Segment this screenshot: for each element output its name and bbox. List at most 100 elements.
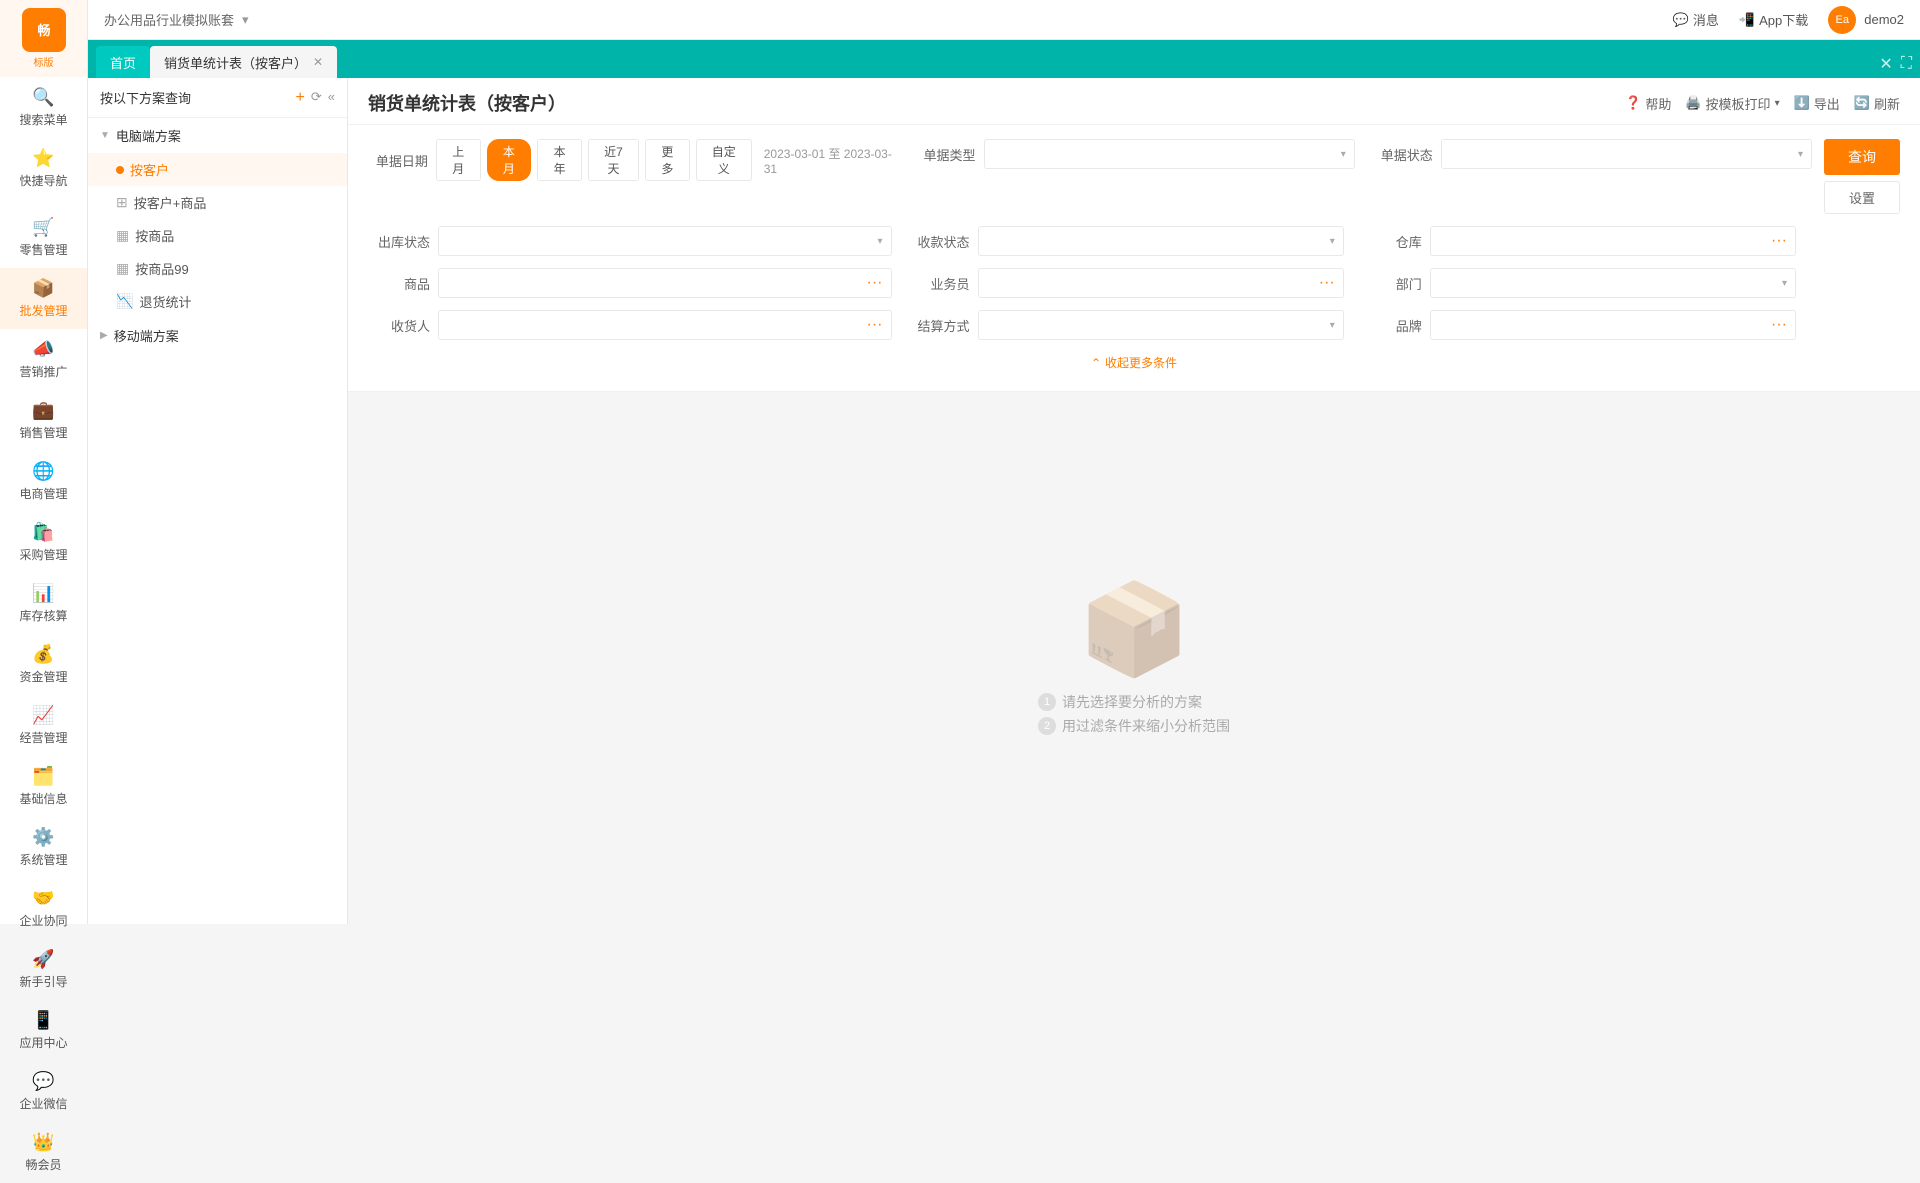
sidebar-item-ecommerce[interactable]: 🌐 电商管理 <box>0 451 87 512</box>
tab-close-icon[interactable]: ✕ <box>313 55 323 69</box>
system-icon: ⚙️ <box>32 827 54 848</box>
salesperson-select[interactable]: ··· <box>978 268 1344 298</box>
warehouse-dots[interactable]: ··· <box>1771 232 1787 250</box>
goods-dots[interactable]: ··· <box>867 274 883 292</box>
warehouse-select[interactable]: ··· <box>1430 226 1796 256</box>
out-status-select[interactable]: ▾ <box>438 226 892 256</box>
sales-label: 销售管理 <box>19 424 67 441</box>
sidebar-item-sales[interactable]: 💼 销售管理 <box>0 390 87 451</box>
export-label: 导出 <box>1814 94 1840 113</box>
sidebar-item-enterprise[interactable]: 🤝 企业协同 <box>0 878 87 939</box>
scheme-customer-goods-label: 按客户+商品 <box>134 193 207 212</box>
scheme-by-customer[interactable]: 按客户 <box>88 153 347 186</box>
doc-status-arrow: ▾ <box>1798 149 1803 160</box>
sidebar-item-basics[interactable]: 🗂️ 基础信息 <box>0 756 87 817</box>
date-range-text: 2023-03-01 至 2023-03-31 <box>764 145 898 176</box>
settings-button[interactable]: 设置 <box>1824 181 1900 214</box>
apps-icon: 📱 <box>32 1010 54 1031</box>
settlement-select[interactable]: ▾ <box>978 310 1344 340</box>
sidebar-item-marketing[interactable]: 📣 营销推广 <box>0 329 87 390</box>
sidebar-item-search[interactable]: 🔍 搜索菜单 <box>0 77 87 138</box>
sidebar-item-member[interactable]: 👑 畅会员 <box>0 1122 87 1183</box>
payment-status-label: 收款状态 <box>908 232 978 251</box>
scheme-refund-stat[interactable]: 📉 退货统计 <box>88 285 347 318</box>
app-download-action[interactable]: 📲 App下载 <box>1739 10 1808 29</box>
filter-area: 单据日期 上月 本月 本年 近7天 更多 自定义 2023-03-01 至 20… <box>348 125 1920 391</box>
scheme-goods-99-label: 按商品99 <box>135 259 188 278</box>
avatar: Ea <box>1828 6 1856 34</box>
sidebar-item-system[interactable]: ⚙️ 系统管理 <box>0 817 87 878</box>
username: demo2 <box>1864 12 1904 27</box>
scheme-goods-99[interactable]: ▦ 按商品99 <box>88 252 347 285</box>
collapse-bar[interactable]: ⌃ 收起更多条件 <box>368 348 1900 377</box>
help-button[interactable]: ❓ 帮助 <box>1625 94 1671 113</box>
quicknav-icon: ⭐ <box>32 148 54 169</box>
date-btn-custom[interactable]: 自定义 <box>696 139 752 181</box>
ecommerce-icon: 🌐 <box>32 461 54 482</box>
recipient-dots[interactable]: ··· <box>867 316 883 334</box>
user-action[interactable]: Ea demo2 <box>1828 6 1904 34</box>
sidebar-item-apps[interactable]: 📱 应用中心 <box>0 1000 87 1061</box>
sidebar-item-quicknav[interactable]: ⭐ 快捷导航 <box>0 138 87 199</box>
doc-status-label: 单据状态 <box>1371 145 1441 164</box>
query-button[interactable]: 查询 <box>1824 139 1900 175</box>
salesperson-dots[interactable]: ··· <box>1319 274 1335 292</box>
department-select[interactable]: ▾ <box>1430 268 1796 298</box>
title-dropdown-icon[interactable]: ▾ <box>242 12 249 28</box>
doc-type-select[interactable]: ▾ <box>984 139 1355 169</box>
group-mobile: ▶ 移动端方案 <box>88 318 347 353</box>
quicknav-label: 快捷导航 <box>19 172 67 189</box>
logo-text: 标版 <box>34 54 54 69</box>
message-action[interactable]: 💬 消息 <box>1673 10 1719 29</box>
app-download-label: App下载 <box>1759 10 1808 29</box>
hint-text-2: 用过滤条件来缩小分析范围 <box>1062 716 1230 736</box>
collapse-panel-button[interactable]: « <box>328 89 335 107</box>
sidebar-item-inventory[interactable]: 📊 库存核算 <box>0 573 87 634</box>
doc-type-label: 单据类型 <box>914 145 984 164</box>
payment-status-select[interactable]: ▾ <box>978 226 1344 256</box>
tab-sales-stat[interactable]: 销货单统计表（按客户） ✕ <box>150 46 337 78</box>
hint-num-2: 2 <box>1038 717 1056 735</box>
date-btn-this-month[interactable]: 本月 <box>487 139 532 181</box>
expand-icon[interactable]: ⛶ <box>1901 55 1912 73</box>
sidebar-item-retail[interactable]: 🛒 零售管理 <box>0 207 87 268</box>
sidebar-item-finance[interactable]: 💰 资金管理 <box>0 634 87 695</box>
brand-dots[interactable]: ··· <box>1771 316 1787 334</box>
sidebar-item-purchase[interactable]: 🛍️ 采购管理 <box>0 512 87 573</box>
finance-label: 资金管理 <box>19 668 67 685</box>
add-scheme-button[interactable]: + <box>296 89 305 107</box>
scheme-by-goods[interactable]: ▦ 按商品 <box>88 219 347 252</box>
date-btn-7days[interactable]: 近7天 <box>588 139 639 181</box>
goods-select[interactable]: ··· <box>438 268 892 298</box>
template-print-button[interactable]: 🖨️ 按模板打印 ▾ <box>1685 94 1779 113</box>
page-title: 销货单统计表（按客户） <box>368 90 566 116</box>
svg-text:畅: 畅 <box>37 23 50 38</box>
sidebar-item-newbie[interactable]: 🚀 新手引导 <box>0 939 87 1000</box>
empty-illustration: 📦 <box>1078 577 1190 682</box>
close-window-icon[interactable]: ✕ <box>1879 54 1892 74</box>
date-btn-last-month[interactable]: 上月 <box>436 139 481 181</box>
apps-label: 应用中心 <box>19 1034 67 1051</box>
brand-select[interactable]: ··· <box>1430 310 1796 340</box>
export-button[interactable]: ⬇️ 导出 <box>1794 94 1840 113</box>
panel-header-label: 按以下方案查询 <box>100 88 191 107</box>
sidebar: 畅 标版 🔍 搜索菜单 ⭐ 快捷导航 🛒 零售管理 📦 批发管理 📣 营销推广 … <box>0 0 88 924</box>
operations-icon: 📈 <box>32 705 54 726</box>
recipient-select[interactable]: ··· <box>438 310 892 340</box>
refresh-scheme-button[interactable]: ⟳ <box>311 89 322 107</box>
scheme-customer-goods[interactable]: ⊞ 按客户+商品 <box>88 186 347 219</box>
wholesale-icon: 📦 <box>32 278 54 299</box>
wholesale-label: 批发管理 <box>19 302 67 319</box>
sidebar-item-operations[interactable]: 📈 经营管理 <box>0 695 87 756</box>
refresh-button[interactable]: 🔄 刷新 <box>1854 94 1900 113</box>
sidebar-item-wholesale[interactable]: 📦 批发管理 <box>0 268 87 329</box>
collapse-label: 收起更多条件 <box>1105 354 1177 371</box>
hint-num-1: 1 <box>1038 693 1056 711</box>
doc-status-select[interactable]: ▾ <box>1441 139 1812 169</box>
tab-home[interactable]: 首页 <box>96 46 150 78</box>
date-btn-this-year[interactable]: 本年 <box>537 139 582 181</box>
retail-icon: 🛒 <box>32 217 54 238</box>
sidebar-item-wechat[interactable]: 💬 企业微信 <box>0 1061 87 1122</box>
sidebar-logo: 畅 标版 <box>0 0 87 77</box>
date-btn-more[interactable]: 更多 <box>645 139 690 181</box>
